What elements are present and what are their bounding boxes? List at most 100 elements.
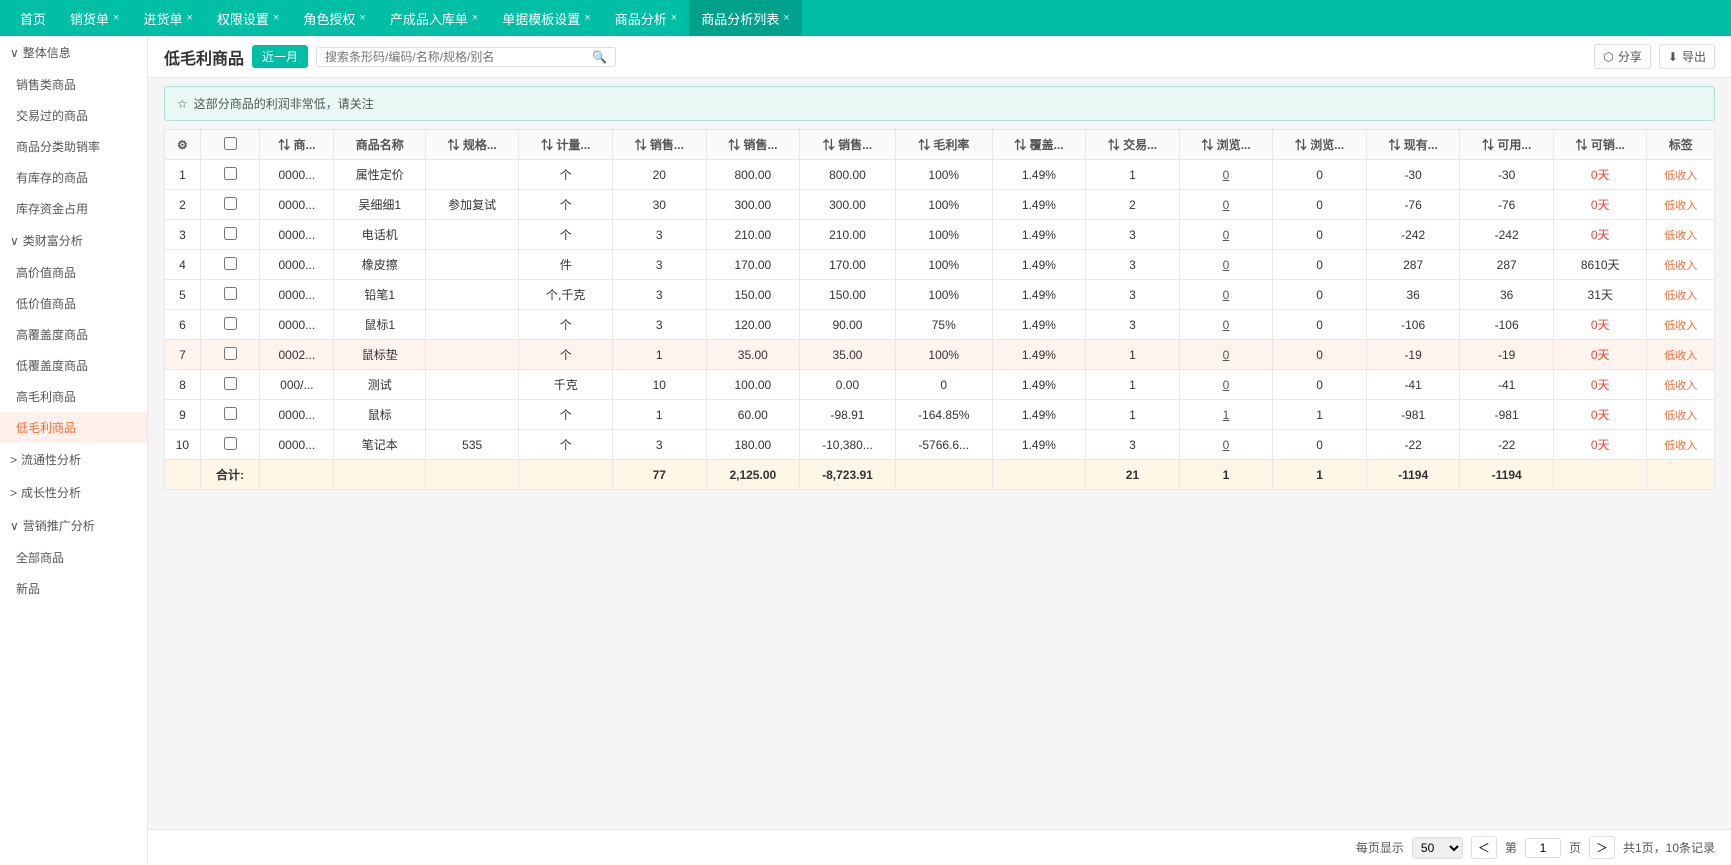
nav-item-商品分析列表[interactable]: 商品分析列表× [689,0,801,36]
row-checkbox[interactable] [200,310,259,340]
row-checkbox-input[interactable] [224,227,237,240]
nav-close-进货单[interactable]: × [186,12,192,24]
sidebar-group-营销推广分析[interactable]: ∨营销推广分析 [0,509,147,542]
sidebar-item-有库存的商品[interactable]: 有库存的商品 [0,162,147,193]
row-checkbox[interactable] [200,220,259,250]
row-checkbox-input[interactable] [224,407,237,420]
row-checkbox-input[interactable] [224,197,237,210]
browse-link[interactable]: 0 [1223,198,1230,212]
search-input[interactable] [325,50,592,64]
col-header-available[interactable]: ⇅ 可用... [1460,130,1554,160]
sidebar-item-高价值商品[interactable]: 高价值商品 [0,257,147,288]
sidebar-item-全部商品[interactable]: 全部商品 [0,542,147,573]
nav-item-产成品入库单[interactable]: 产成品入库单× [378,0,490,36]
browse1[interactable]: 0 [1179,370,1273,400]
page-size-select[interactable]: 50 20 100 [1412,837,1463,859]
nav-close-商品分析[interactable]: × [671,12,677,24]
col-header-browse2[interactable]: ⇅ 浏览... [1273,130,1367,160]
sidebar-item-交易过的商品[interactable]: 交易过的商品 [0,100,147,131]
sidebar-item-新品[interactable]: 新品 [0,573,147,604]
nav-close-单据模板设置[interactable]: × [584,12,590,24]
col-header-trade_count[interactable]: ⇅ 交易... [1086,130,1180,160]
browse1[interactable]: 0 [1179,310,1273,340]
col-header-browse1[interactable]: ⇅ 浏览... [1179,130,1273,160]
browse-link[interactable]: 1 [1223,408,1230,422]
col-header-current_stock[interactable]: ⇅ 现有... [1366,130,1460,160]
sidebar-item-低毛利商品[interactable]: 低毛利商品 [0,412,147,443]
col-header-sales_qty[interactable]: ⇅ 销售... [613,130,707,160]
nav-item-首页[interactable]: 首页 [8,0,58,36]
row-checkbox[interactable] [200,340,259,370]
row-checkbox[interactable] [200,280,259,310]
sidebar-item-高覆盖度商品[interactable]: 高覆盖度商品 [0,319,147,350]
sidebar-item-销售类商品[interactable]: 销售类商品 [0,69,147,100]
nav-item-权限设置[interactable]: 权限设置× [205,0,291,36]
nav-item-商品分析[interactable]: 商品分析× [603,0,689,36]
next-page-button[interactable]: ＞ [1589,836,1615,859]
nav-close-商品分析列表[interactable]: × [783,12,789,24]
prev-page-button[interactable]: ＜ [1471,836,1497,859]
nav-close-销货单[interactable]: × [113,12,119,24]
row-checkbox-input[interactable] [224,347,237,360]
nav-item-进货单[interactable]: 进货单× [131,0,204,36]
browse1[interactable]: 0 [1179,160,1273,190]
col-header-checkbox[interactable] [200,130,259,160]
col-header-sellable[interactable]: ⇅ 可销... [1553,130,1647,160]
browse-link[interactable]: 0 [1223,438,1230,452]
browse1[interactable]: 0 [1179,340,1273,370]
sidebar-item-高毛利商品[interactable]: 高毛利商品 [0,381,147,412]
search-icon[interactable]: 🔍 [592,50,607,64]
col-header-settings[interactable]: ⚙ [165,130,201,160]
sidebar-item-低价值商品[interactable]: 低价值商品 [0,288,147,319]
row-checkbox-input[interactable] [224,167,237,180]
sidebar-item-库存资金占用[interactable]: 库存资金占用 [0,193,147,224]
sidebar-group-成长性分析[interactable]: >成长性分析 [0,476,147,509]
row-checkbox[interactable] [200,400,259,430]
col-header-name[interactable]: 商品名称 [334,130,425,160]
col-header-sales_profit[interactable]: ⇅ 销售... [800,130,896,160]
filter-btn[interactable]: 近一月 [252,45,308,68]
row-checkbox[interactable] [200,370,259,400]
row-checkbox[interactable] [200,160,259,190]
nav-close-权限设置[interactable]: × [273,12,279,24]
sidebar-group-流通性分析[interactable]: >流通性分析 [0,443,147,476]
sidebar-item-商品分类助销率[interactable]: 商品分类助销率 [0,131,147,162]
col-header-code[interactable]: ⇅ 商... [260,130,334,160]
sidebar-item-低覆盖度商品[interactable]: 低覆盖度商品 [0,350,147,381]
browse-link[interactable]: 0 [1223,228,1230,242]
browse1[interactable]: 0 [1179,430,1273,460]
nav-item-角色授权[interactable]: 角色授权× [291,0,377,36]
row-checkbox-input[interactable] [224,257,237,270]
col-header-spec[interactable]: ⇅ 规格... [425,130,519,160]
row-checkbox-input[interactable] [224,317,237,330]
col-header-tag[interactable]: 标签 [1647,130,1715,160]
browse1[interactable]: 0 [1179,250,1273,280]
export-button[interactable]: ⬇ 导出 [1659,44,1715,69]
select-all-checkbox[interactable] [224,137,237,150]
col-header-sales_amount[interactable]: ⇅ 销售... [706,130,800,160]
nav-close-产成品入库单[interactable]: × [472,12,478,24]
page-number-input[interactable] [1525,838,1561,858]
row-checkbox-input[interactable] [224,377,237,390]
nav-close-角色授权[interactable]: × [359,12,365,24]
browse-link[interactable]: 0 [1223,348,1230,362]
col-header-coverage[interactable]: ⇅ 覆盖... [992,130,1086,160]
sidebar-group-整体信息[interactable]: ∨整体信息 [0,36,147,69]
share-button[interactable]: ⬡ 分享 [1594,44,1651,69]
browse-link[interactable]: 0 [1223,288,1230,302]
col-header-unit[interactable]: ⇅ 计量... [519,130,613,160]
row-checkbox[interactable] [200,190,259,220]
browse-link[interactable]: 0 [1223,318,1230,332]
browse1[interactable]: 0 [1179,190,1273,220]
nav-item-单据模板设置[interactable]: 单据模板设置× [490,0,602,36]
browse1[interactable]: 0 [1179,280,1273,310]
row-checkbox[interactable] [200,430,259,460]
browse-link[interactable]: 0 [1223,258,1230,272]
row-checkbox-input[interactable] [224,287,237,300]
col-header-gross_margin[interactable]: ⇅ 毛利率 [895,130,992,160]
sidebar-group-类财富分析[interactable]: ∨类财富分析 [0,224,147,257]
browse1[interactable]: 1 [1179,400,1273,430]
browse-link[interactable]: 0 [1223,168,1230,182]
browse-link[interactable]: 0 [1223,378,1230,392]
row-checkbox-input[interactable] [224,437,237,450]
